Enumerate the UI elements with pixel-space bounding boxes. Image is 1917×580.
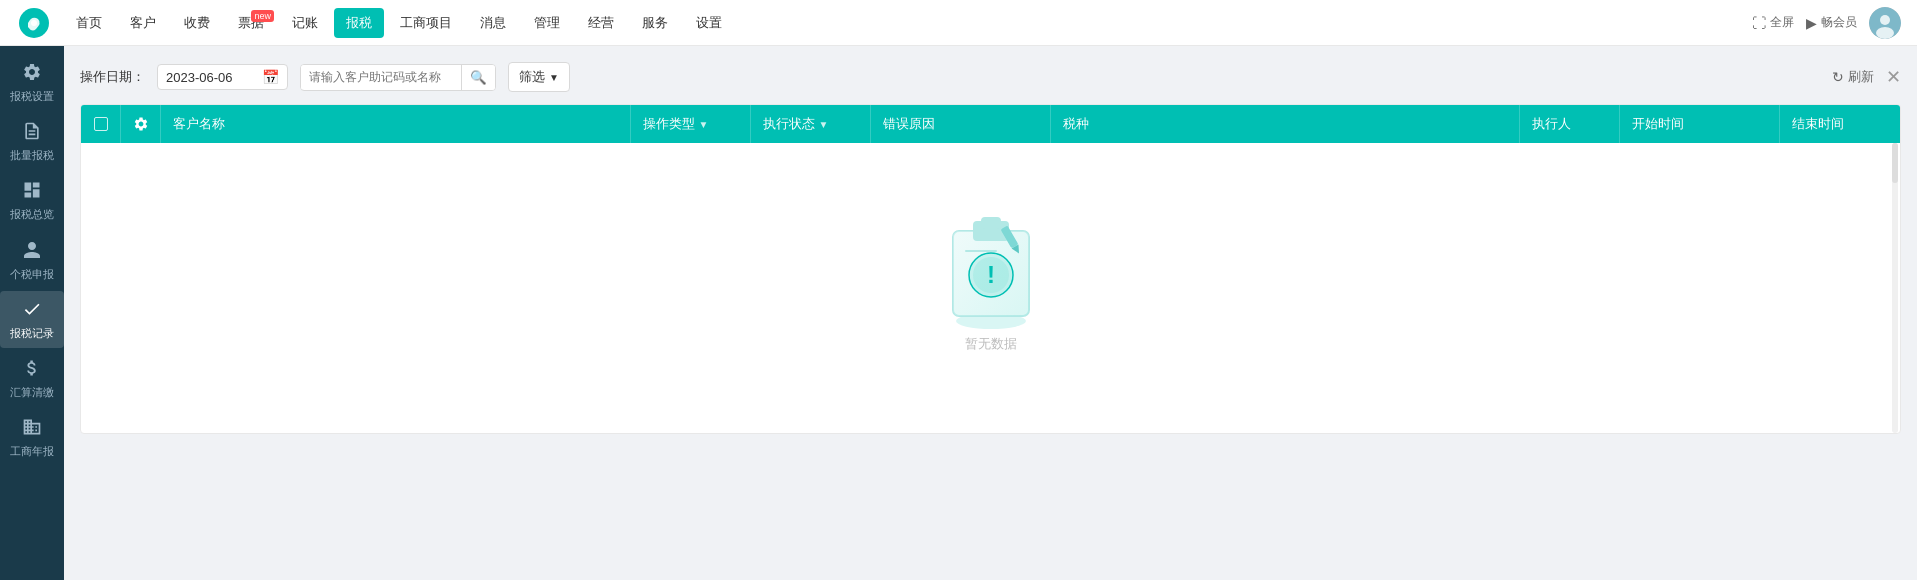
tax-overview-icon xyxy=(22,180,42,205)
th-customer-name: 客户名称 xyxy=(161,105,631,143)
th-error-reason: 错误原因 xyxy=(871,105,1051,143)
date-input[interactable] xyxy=(166,70,256,85)
sidebar-item-tax-settings[interactable]: 报税设置 xyxy=(0,54,64,111)
svg-point-4 xyxy=(1876,27,1894,39)
fullscreen-icon: ⛶ xyxy=(1752,15,1766,31)
sidebar-item-batch-tax[interactable]: 批量报税 xyxy=(0,113,64,170)
search-icon: 🔍 xyxy=(470,70,487,85)
sidebar-item-tax-overview-label: 报税总览 xyxy=(10,208,54,221)
sidebar-item-tax-overview[interactable]: 报税总览 xyxy=(0,172,64,229)
th-settings[interactable] xyxy=(121,105,161,143)
tax-record-icon xyxy=(22,299,42,324)
refresh-icon: ↻ xyxy=(1832,69,1844,85)
empty-icon: ! xyxy=(931,203,1051,323)
th-checkbox[interactable] xyxy=(81,105,121,143)
nav-item-home[interactable]: 首页 xyxy=(64,8,114,38)
svg-point-3 xyxy=(1880,15,1890,25)
logo[interactable] xyxy=(16,5,52,41)
personal-tax-icon xyxy=(22,240,42,265)
table-wrapper: 客户名称 操作类型 ▼ 执行状态 ▼ 错误原因 税种 执行人 开始时间 xyxy=(80,104,1901,434)
member-btn[interactable]: ▶ 畅会员 xyxy=(1806,14,1857,31)
new-badge: new xyxy=(251,10,274,23)
date-input-wrapper[interactable]: 📅 xyxy=(157,64,288,90)
sidebar-item-annual-report[interactable]: 工商年报 xyxy=(0,409,64,466)
search-button[interactable]: 🔍 xyxy=(461,65,495,90)
sidebar-item-annual-report-label: 工商年报 xyxy=(10,445,54,458)
top-nav: 首页 客户 收费 票据 new 记账 报税 工商项目 消息 管理 经营 服务 设… xyxy=(0,0,1917,46)
fullscreen-btn[interactable]: ⛶ 全屏 xyxy=(1752,14,1794,31)
refresh-label: 刷新 xyxy=(1848,68,1874,86)
search-input[interactable] xyxy=(301,65,461,89)
filter-bar: 操作日期： 📅 🔍 筛选 ▼ ↻ 刷新 ✕ xyxy=(80,62,1901,92)
tax-settings-icon xyxy=(22,62,42,87)
nav-item-business[interactable]: 工商项目 xyxy=(388,8,464,38)
nav-item-service[interactable]: 服务 xyxy=(630,8,680,38)
th-start-time: 开始时间 xyxy=(1620,105,1780,143)
th-end-time: 结束时间 xyxy=(1780,105,1900,143)
nav-item-management[interactable]: 管理 xyxy=(522,8,572,38)
sidebar-item-personal-tax[interactable]: 个税申报 xyxy=(0,232,64,289)
calendar-icon: 📅 xyxy=(262,69,279,85)
nav-item-fee[interactable]: 收费 xyxy=(172,8,222,38)
sidebar-item-tax-settings-label: 报税设置 xyxy=(10,90,54,103)
table-header: 客户名称 操作类型 ▼ 执行状态 ▼ 错误原因 税种 执行人 开始时间 xyxy=(81,105,1900,143)
header-checkbox[interactable] xyxy=(94,117,108,131)
filter-right: ↻ 刷新 ✕ xyxy=(1832,68,1901,86)
sidebar-item-personal-tax-label: 个税申报 xyxy=(10,268,54,281)
table-body: ! 暂无数据 xyxy=(81,143,1900,433)
nav-item-invoice[interactable]: 票据 new xyxy=(226,8,276,38)
refresh-button[interactable]: ↻ 刷新 xyxy=(1832,68,1874,86)
annual-settlement-icon xyxy=(22,358,42,383)
nav-item-tax[interactable]: 报税 xyxy=(334,8,384,38)
sidebar-item-annual-settlement-label: 汇算清缴 xyxy=(10,386,54,399)
nav-item-customer[interactable]: 客户 xyxy=(118,8,168,38)
sort-icon-operation: ▼ xyxy=(699,119,709,130)
scrollbar-thumb[interactable] xyxy=(1892,143,1898,183)
filter-button[interactable]: 筛选 ▼ xyxy=(508,62,570,92)
sidebar-item-batch-tax-label: 批量报税 xyxy=(10,149,54,162)
svg-point-1 xyxy=(31,20,37,26)
nav-item-settings[interactable]: 设置 xyxy=(684,8,734,38)
empty-state: ! 暂无数据 xyxy=(81,143,1900,433)
sidebar-item-annual-settlement[interactable]: 汇算清缴 xyxy=(0,350,64,407)
filter-label-text: 筛选 xyxy=(519,68,545,86)
scrollbar-track[interactable] xyxy=(1892,143,1898,433)
top-nav-right: ⛶ 全屏 ▶ 畅会员 xyxy=(1752,7,1901,39)
annual-report-icon xyxy=(22,417,42,442)
th-exec-status[interactable]: 执行状态 ▼ xyxy=(751,105,871,143)
member-icon: ▶ xyxy=(1806,15,1817,31)
nav-item-operation[interactable]: 经营 xyxy=(576,8,626,38)
svg-text:!: ! xyxy=(987,261,995,288)
nav-items: 首页 客户 收费 票据 new 记账 报税 工商项目 消息 管理 经营 服务 设… xyxy=(64,8,1752,38)
sidebar: 报税设置 批量报税 报税总览 个税申报 报税记录 汇算清缴 工商年报 xyxy=(0,46,64,580)
th-operation-type[interactable]: 操作类型 ▼ xyxy=(631,105,751,143)
sidebar-item-tax-record-label: 报税记录 xyxy=(10,327,54,340)
nav-item-bookkeeping[interactable]: 记账 xyxy=(280,8,330,38)
chevron-down-icon: ▼ xyxy=(549,72,559,83)
main-content: 操作日期： 📅 🔍 筛选 ▼ ↻ 刷新 ✕ xyxy=(64,46,1917,580)
search-wrapper: 🔍 xyxy=(300,64,496,91)
svg-rect-9 xyxy=(981,217,1001,229)
sort-icon-status: ▼ xyxy=(819,119,829,130)
user-avatar[interactable] xyxy=(1869,7,1901,39)
nav-item-message[interactable]: 消息 xyxy=(468,8,518,38)
th-executor: 执行人 xyxy=(1520,105,1620,143)
batch-tax-icon xyxy=(22,121,42,146)
close-button[interactable]: ✕ xyxy=(1886,68,1901,86)
sidebar-item-tax-record[interactable]: 报税记录 xyxy=(0,291,64,348)
date-label: 操作日期： xyxy=(80,68,145,86)
empty-text: 暂无数据 xyxy=(965,335,1017,353)
th-tax-type: 税种 xyxy=(1051,105,1521,143)
